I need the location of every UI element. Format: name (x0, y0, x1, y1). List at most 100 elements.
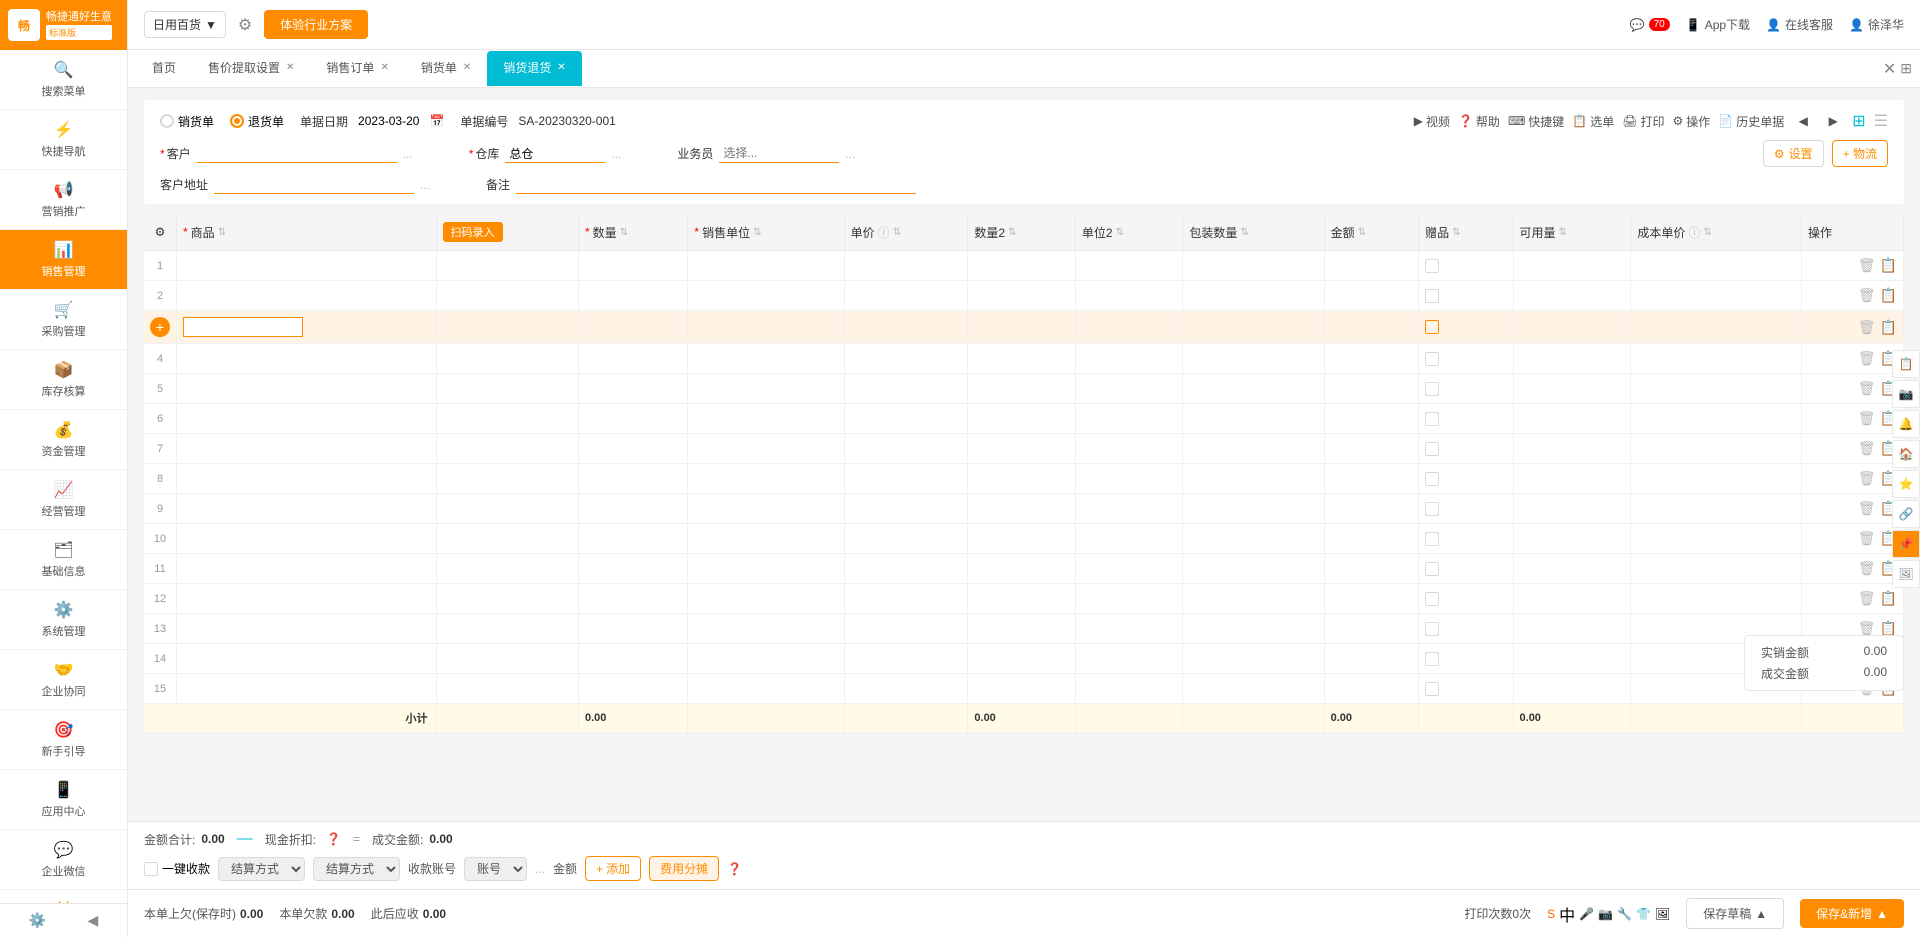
gear-col-icon[interactable]: ⚙ (155, 225, 166, 239)
tab-sales-invoice[interactable]: 销货单 ✕ (405, 51, 487, 86)
sidebar-item-apps[interactable]: 📱 应用中心 (0, 770, 127, 830)
delete-row-icon[interactable]: 🗑 (1858, 380, 1876, 397)
prev-doc-btn[interactable]: ◀ (1792, 110, 1814, 132)
copy-row-icon[interactable]: 📋 (1880, 287, 1897, 304)
float-bell-btn[interactable]: 🔔 (1892, 410, 1920, 438)
float-link-btn[interactable]: 🔗 (1892, 500, 1920, 528)
shortcut-key-btn[interactable]: ⌨ 快捷键 (1508, 113, 1564, 130)
minus-icon[interactable]: — (237, 830, 253, 848)
sort-icon[interactable]: ⇅ (1452, 227, 1460, 238)
sort-icon[interactable]: ⇅ (620, 227, 628, 238)
gift-checkbox[interactable] (1425, 532, 1439, 546)
float-clipboard-btn[interactable]: 📋 (1892, 350, 1920, 378)
sort-icon[interactable]: ⇅ (1008, 227, 1016, 238)
gift-checkbox[interactable] (1425, 352, 1439, 366)
salesperson-dots[interactable]: ... (845, 147, 855, 161)
sidebar-item-purchase[interactable]: 🛒 采购管理 (0, 290, 127, 350)
delete-row-icon[interactable]: 🗑 (1858, 257, 1876, 274)
delete-row-icon[interactable]: 🗑 (1858, 590, 1876, 607)
warehouse-dots[interactable]: ... (611, 147, 621, 161)
expense-split-btn[interactable]: 费用分摊 (649, 856, 719, 881)
gift-checkbox[interactable] (1425, 562, 1439, 576)
select-order-btn[interactable]: 📋 选单 (1572, 113, 1614, 130)
sidebar-settings-btn[interactable]: ⚙️ (29, 912, 46, 929)
warehouse-input[interactable] (505, 144, 605, 163)
address-dots[interactable]: ... (420, 178, 430, 192)
sort-icon[interactable]: ⇅ (1116, 227, 1124, 238)
add-fee-btn[interactable]: + 添加 (585, 856, 641, 881)
add-row-btn[interactable]: + (150, 317, 170, 337)
delete-row-icon[interactable]: 🗑 (1858, 560, 1876, 577)
form-settings-btn[interactable]: ⚙ 设置 (1763, 140, 1824, 167)
tab-price-extract[interactable]: 售价提取设置 ✕ (192, 51, 310, 86)
sidebar-item-system[interactable]: ⚙️ 系统管理 (0, 590, 127, 650)
tab-close-icon[interactable]: ✕ (380, 62, 388, 73)
tabs-close-all-btn[interactable]: ✕ (1883, 59, 1896, 79)
gear-icon[interactable]: ⚙ (238, 15, 252, 35)
account-dots[interactable]: ... (535, 862, 545, 876)
gift-checkbox[interactable] (1425, 259, 1439, 273)
sidebar-item-finance[interactable]: 💰 资金管理 (0, 410, 127, 470)
gift-checkbox[interactable] (1425, 622, 1439, 636)
app-download-btn[interactable]: 📱 App下载 (1686, 16, 1750, 33)
help-btn[interactable]: ❓ 帮助 (1458, 113, 1500, 130)
delete-row-icon[interactable]: 🗑 (1858, 319, 1876, 336)
user-profile-btn[interactable]: 👤 徐泽华 (1849, 16, 1904, 33)
gift-checkbox[interactable] (1425, 592, 1439, 606)
grid-view-icon[interactable]: ⊞ (1852, 111, 1865, 131)
tab-home[interactable]: 首页 (136, 51, 192, 86)
experience-plan-btn[interactable]: 体验行业方案 (264, 10, 368, 39)
sidebar-item-shortcut[interactable]: ⚡ 快捷导航 (0, 110, 127, 170)
sidebar-item-wechat[interactable]: 💬 企业微信 (0, 830, 127, 890)
sort-icon[interactable]: ⇅ (753, 227, 761, 238)
sidebar-collapse-btn[interactable]: ◀ (88, 912, 99, 929)
float-pin-btn[interactable]: 📌 (1892, 530, 1920, 558)
gift-checkbox[interactable] (1425, 289, 1439, 303)
history-doc-btn[interactable]: 📄 历史单据 (1718, 113, 1784, 130)
sort-icon[interactable]: ⇅ (1240, 227, 1248, 238)
salesperson-input[interactable] (719, 144, 839, 163)
tab-close-icon[interactable]: ✕ (286, 62, 294, 73)
delete-row-icon[interactable]: 🗑 (1858, 530, 1876, 547)
sort-icon[interactable]: ⇅ (893, 227, 901, 238)
delete-row-icon[interactable]: 🗑 (1858, 287, 1876, 304)
sidebar-item-operations[interactable]: 📈 经营管理 (0, 470, 127, 530)
float-image-btn[interactable]: 🖼 (1892, 560, 1920, 588)
gift-checkbox[interactable] (1425, 320, 1439, 334)
customer-input[interactable] (197, 144, 397, 163)
copy-row-icon[interactable]: 📋 (1880, 319, 1897, 336)
float-star-btn[interactable]: ⭐ (1892, 470, 1920, 498)
sidebar-item-sales[interactable]: 📊 销售管理 (0, 230, 127, 290)
calendar-icon[interactable]: 📅 (429, 114, 444, 128)
sidebar-item-search[interactable]: 🔍 搜索菜单 (0, 50, 127, 110)
notes-input[interactable] (516, 175, 916, 194)
gift-checkbox[interactable] (1425, 502, 1439, 516)
tabs-expand-btn[interactable]: ⊞ (1900, 60, 1912, 77)
payment-checkbox[interactable] (144, 862, 158, 876)
save-draft-btn[interactable]: 保存草稿 ▲ (1686, 898, 1784, 929)
gift-checkbox[interactable] (1425, 412, 1439, 426)
save-new-btn[interactable]: 保存&新增 ▲ (1800, 899, 1904, 928)
next-doc-btn[interactable]: ▶ (1822, 110, 1844, 132)
list-view-icon[interactable]: ☰ (1874, 111, 1888, 131)
sort-icon[interactable]: ⇅ (1703, 227, 1711, 238)
gift-checkbox[interactable] (1425, 382, 1439, 396)
add-logistics-btn[interactable]: + 物流 (1832, 140, 1888, 167)
address-input[interactable] (214, 175, 414, 194)
sidebar-item-enterprise[interactable]: 🤝 企业协同 (0, 650, 127, 710)
tab-close-icon[interactable]: ✕ (463, 62, 471, 73)
copy-row-icon[interactable]: 📋 (1880, 590, 1897, 607)
sort-icon[interactable]: ⇅ (1358, 227, 1366, 238)
gift-checkbox[interactable] (1425, 652, 1439, 666)
settlement-method-select[interactable]: 结算方式 (218, 857, 305, 881)
message-btn[interactable]: 💬 70 (1630, 18, 1670, 32)
calc-method-select[interactable]: 结算方式 (313, 857, 400, 881)
cell-product[interactable] (177, 311, 437, 344)
float-home-btn[interactable]: 🏠 (1892, 440, 1920, 468)
tab-sales-return[interactable]: 销货退货 ✕ (487, 51, 581, 86)
video-btn[interactable]: ▶ 视频 (1414, 113, 1450, 130)
scan-btn[interactable]: 扫码录入 (443, 222, 503, 242)
tab-sales-order[interactable]: 销售订单 ✕ (310, 51, 404, 86)
sidebar-item-newbie[interactable]: 🎯 新手引导 (0, 710, 127, 770)
float-camera-btn[interactable]: 📷 (1892, 380, 1920, 408)
